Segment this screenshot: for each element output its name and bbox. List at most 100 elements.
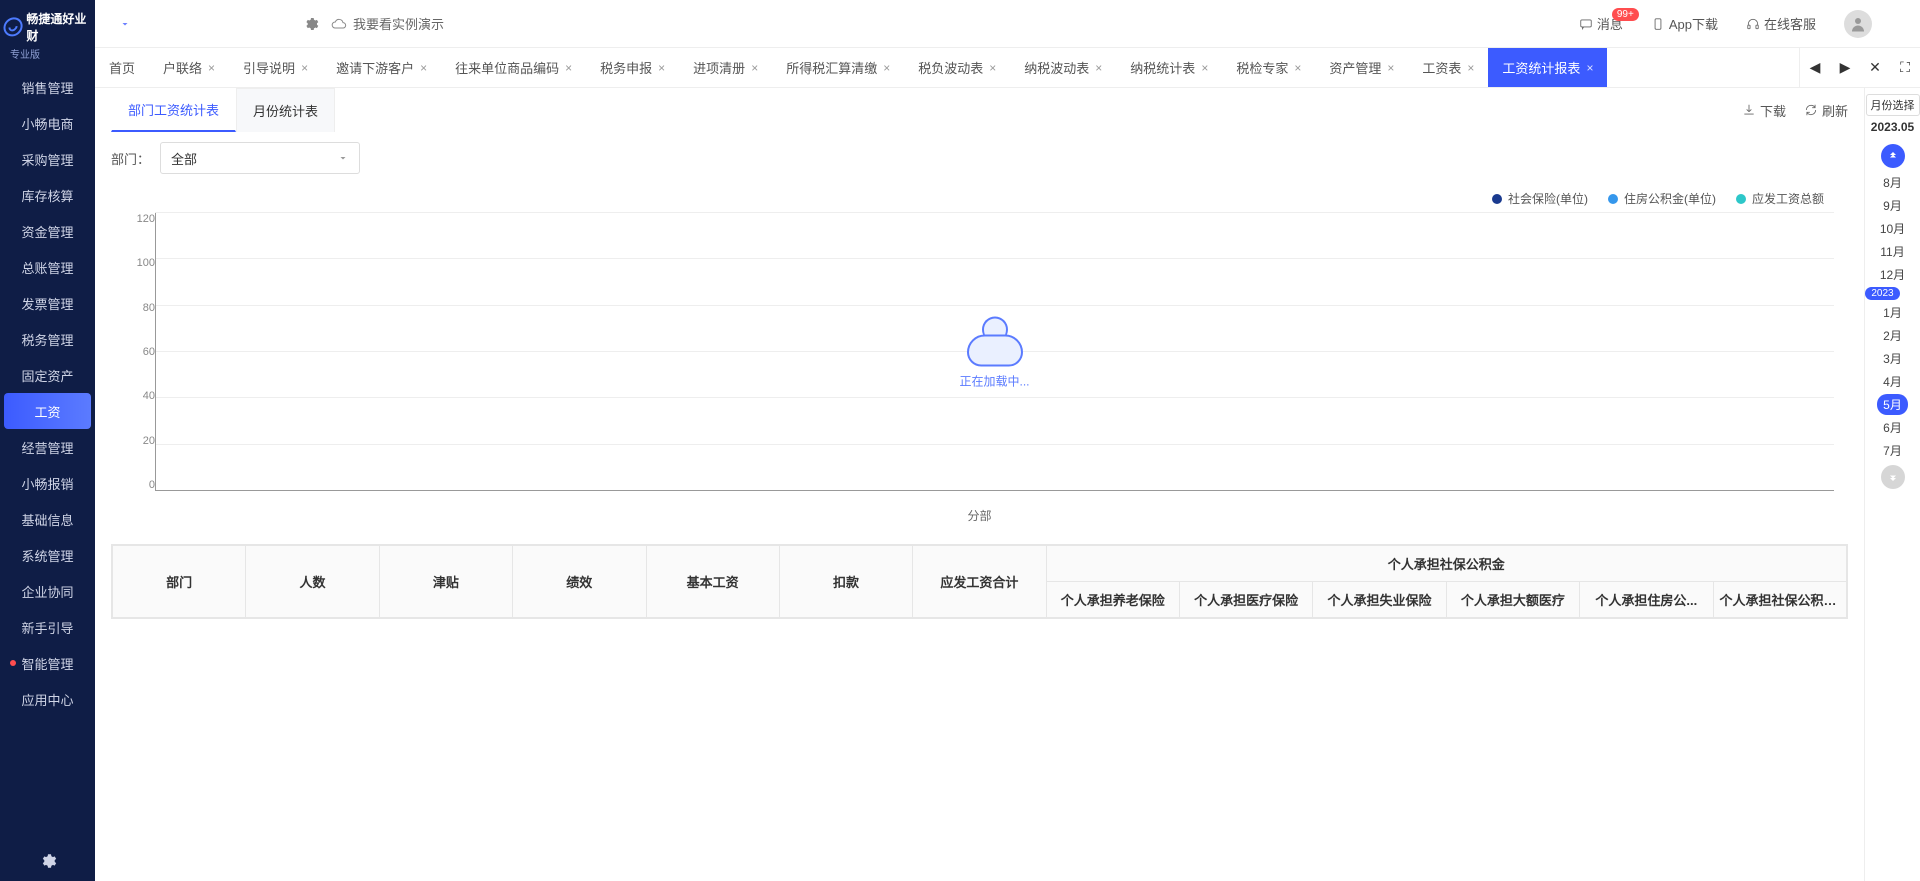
month-panel: 月份选择 2023.05 8月9月10月11月12月 2023 1月2月3月4月… [1864, 88, 1920, 881]
month-item[interactable]: 7月 [1877, 440, 1908, 461]
month-toggle-button[interactable]: 月份选择 [1866, 94, 1920, 116]
tab[interactable]: 税检专家× [1222, 48, 1315, 87]
tab-close-icon[interactable]: × [420, 61, 427, 75]
tab-prev-button[interactable]: ◀ [1800, 59, 1830, 76]
month-item[interactable]: 12月 [1874, 264, 1911, 285]
month-item[interactable]: 1月 [1877, 302, 1908, 323]
org-settings-button[interactable] [303, 16, 319, 32]
month-item[interactable]: 11月 [1874, 241, 1910, 262]
app-download-button[interactable]: App下载 [1643, 14, 1726, 33]
sidebar-item[interactable]: 库存核算 [0, 177, 95, 213]
tab[interactable]: 引导说明× [229, 48, 322, 87]
sidebar-item[interactable]: 经营管理 [0, 429, 95, 465]
tab-close-icon[interactable]: × [208, 61, 215, 75]
chevron-down-icon [119, 18, 131, 30]
table-header: 应发工资合计 [913, 546, 1046, 618]
month-item[interactable]: 2月 [1877, 325, 1908, 346]
cloud-icon [331, 16, 347, 32]
message-button[interactable]: 消息 99+ [1571, 14, 1631, 33]
tab-close-icon[interactable]: × [1467, 61, 1474, 75]
tab-close-icon[interactable]: × [989, 61, 996, 75]
tab-close-icon[interactable]: × [883, 61, 890, 75]
sidebar-item[interactable]: 总账管理 [0, 249, 95, 285]
tab-close-all-button[interactable]: ✕ [1860, 59, 1890, 76]
brand-logo: 畅捷通好业财 专业版 [0, 0, 95, 69]
legend-item[interactable]: 住房公积金(单位) [1608, 190, 1716, 207]
tab-close-icon[interactable]: × [658, 61, 665, 75]
tab-close-icon[interactable]: × [1294, 61, 1301, 75]
tab-next-button[interactable]: ▶ [1830, 59, 1860, 76]
tab-close-icon[interactable]: × [1586, 61, 1593, 75]
department-select[interactable]: 全部 [160, 142, 360, 174]
tab-nav: ◀ ▶ ✕ ⛶ [1799, 48, 1920, 87]
month-item[interactable]: 10月 [1874, 218, 1911, 239]
sidebar-item[interactable]: 资金管理 [0, 213, 95, 249]
sidebar-item[interactable]: 工资 [4, 393, 91, 429]
download-button[interactable]: 下载 [1742, 101, 1786, 120]
page-body: 部门工资统计表 月份统计表 下载 刷新 部门： [95, 88, 1864, 881]
org-selector[interactable] [111, 18, 291, 30]
month-item[interactable]: 9月 [1877, 195, 1908, 216]
sub-tab-month[interactable]: 月份统计表 [236, 88, 335, 132]
month-item[interactable]: 8月 [1877, 172, 1908, 193]
month-item[interactable]: 4月 [1877, 371, 1908, 392]
sidebar-settings[interactable] [0, 841, 95, 881]
tab[interactable]: 进项清册× [679, 48, 772, 87]
online-service-button[interactable]: 在线客服 [1738, 14, 1824, 33]
month-scroll-down[interactable] [1881, 465, 1905, 489]
legend-item[interactable]: 社会保险(单位) [1492, 190, 1588, 207]
tab[interactable]: 邀请下游客户× [322, 48, 441, 87]
tab[interactable]: 纳税统计表× [1116, 48, 1222, 87]
refresh-button[interactable]: 刷新 [1804, 101, 1848, 120]
sidebar-item[interactable]: 小畅报销 [0, 465, 95, 501]
legend-item[interactable]: 应发工资总额 [1736, 190, 1824, 207]
table-header: 部门 [113, 546, 246, 618]
sidebar-item[interactable]: 固定资产 [0, 357, 95, 393]
tab-close-icon[interactable]: × [1095, 61, 1102, 75]
refresh-icon [1804, 103, 1818, 117]
sidebar-item[interactable]: 新手引导 [0, 609, 95, 645]
month-item[interactable]: 6月 [1877, 417, 1908, 438]
tab-close-icon[interactable]: × [1387, 61, 1394, 75]
month-item[interactable]: 5月 [1877, 394, 1908, 415]
tab[interactable]: 首页 [95, 48, 149, 87]
tab-close-icon[interactable]: × [751, 61, 758, 75]
sidebar-item[interactable]: 小畅电商 [0, 105, 95, 141]
month-item[interactable]: 3月 [1877, 348, 1908, 369]
tab[interactable]: 税务申报× [586, 48, 679, 87]
user-avatar[interactable] [1844, 10, 1872, 38]
sidebar-item[interactable]: 系统管理 [0, 537, 95, 573]
tab[interactable]: 纳税波动表× [1010, 48, 1116, 87]
tab[interactable]: 户联络× [149, 48, 229, 87]
sidebar-item[interactable]: 发票管理 [0, 285, 95, 321]
demo-link[interactable]: 我要看实例演示 [331, 14, 444, 33]
sidebar-item[interactable]: 智能管理 [0, 645, 95, 681]
tab-close-icon[interactable]: × [301, 61, 308, 75]
sub-tab-department[interactable]: 部门工资统计表 [111, 88, 236, 132]
tab[interactable]: 工资表× [1408, 48, 1488, 87]
tab[interactable]: 资产管理× [1315, 48, 1408, 87]
sidebar-item[interactable]: 企业协同 [0, 573, 95, 609]
sidebar-item[interactable]: 税务管理 [0, 321, 95, 357]
filter-label: 部门： [111, 149, 150, 168]
month-scroll-up[interactable] [1881, 144, 1905, 168]
x-axis-label: 分部 [125, 507, 1834, 524]
tab[interactable]: 工资统计报表× [1488, 48, 1607, 87]
table-sub-header: 个人承担社保公积金... [1713, 582, 1847, 618]
tab-close-icon[interactable]: × [565, 61, 572, 75]
sidebar-item[interactable]: 采购管理 [0, 141, 95, 177]
sidebar-item[interactable]: 基础信息 [0, 501, 95, 537]
tab[interactable]: 往来单位商品编码× [441, 48, 586, 87]
sidebar-item[interactable]: 销售管理 [0, 69, 95, 105]
table-header: 津贴 [379, 546, 512, 618]
table-header: 绩效 [513, 546, 646, 618]
tab-close-icon[interactable]: × [1201, 61, 1208, 75]
sidebar-item[interactable]: 应用中心 [0, 681, 95, 717]
fullscreen-button[interactable]: ⛶ [1890, 59, 1920, 76]
tab[interactable]: 所得税汇算清缴× [772, 48, 904, 87]
tab[interactable]: 税负波动表× [904, 48, 1010, 87]
table-header: 人数 [246, 546, 379, 618]
loading-icon [966, 327, 1022, 367]
table-sub-header: 个人承担大额医疗 [1446, 582, 1579, 618]
brand-icon [0, 13, 27, 40]
